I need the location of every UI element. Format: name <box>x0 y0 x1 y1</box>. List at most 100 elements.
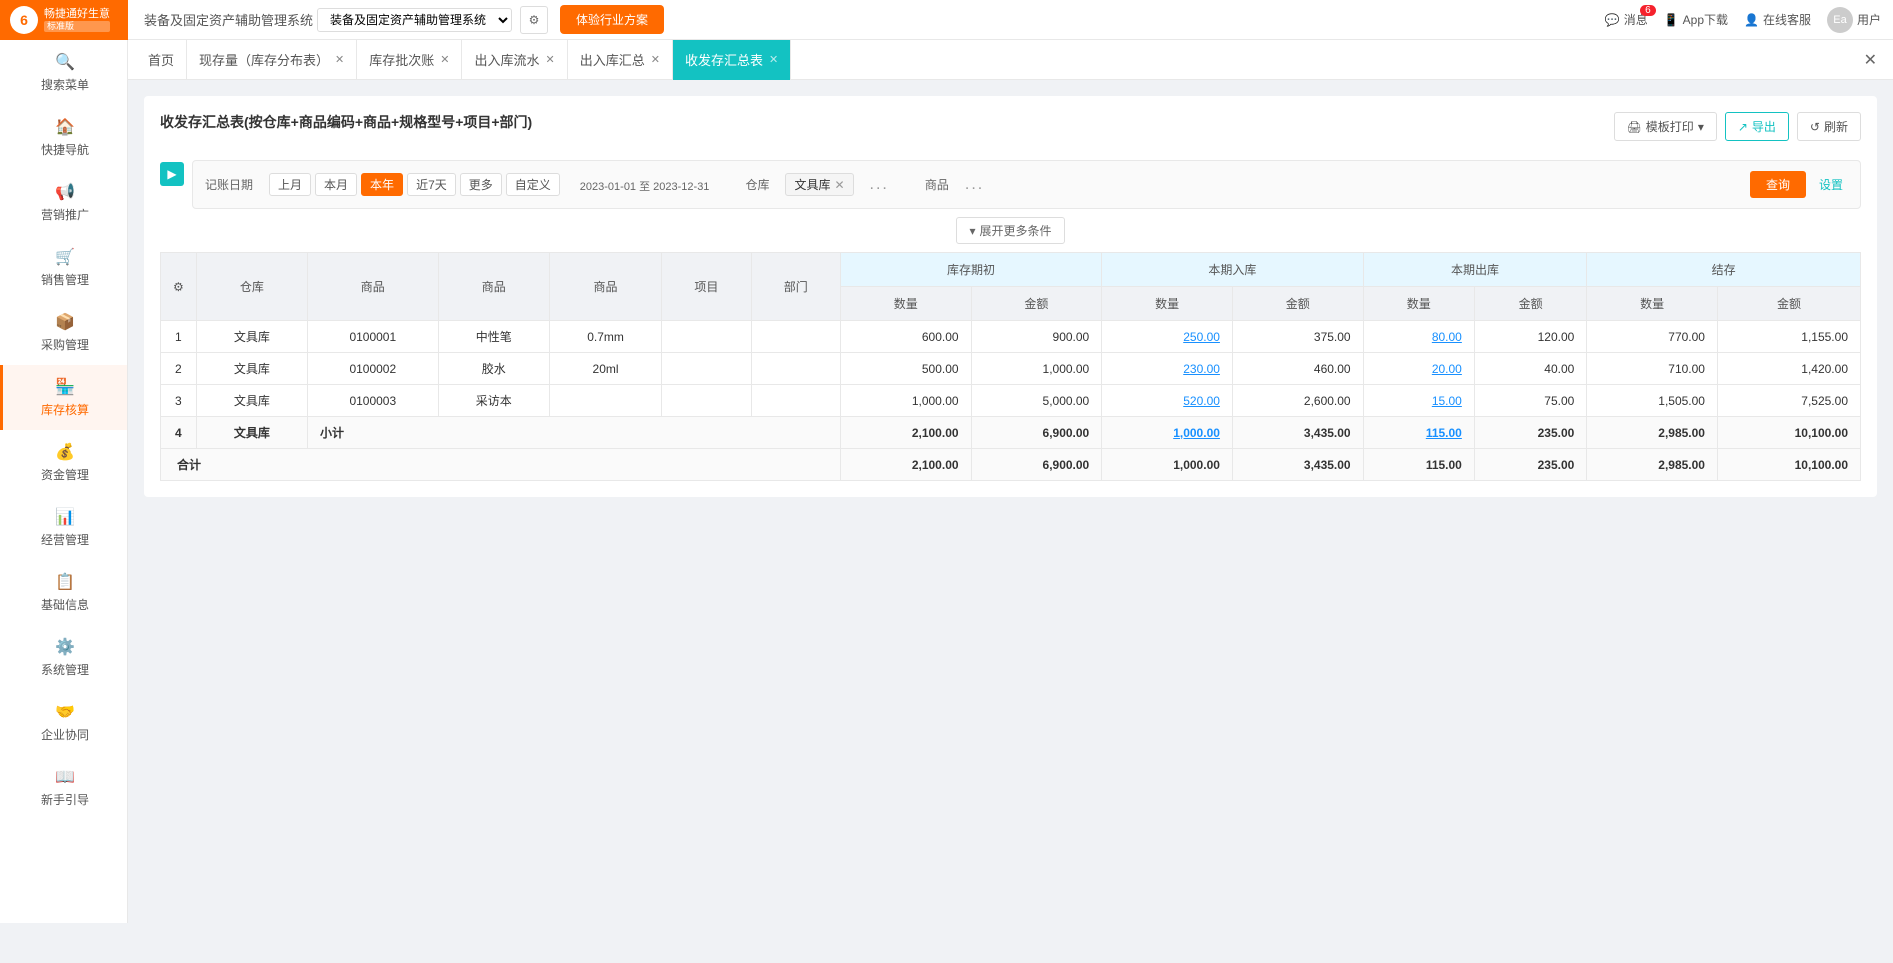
main-content: 首页 现存量（库存分布表） ✕ 库存批次账 ✕ 出入库流水 ✕ 出入库汇总 ✕ … <box>128 40 1893 923</box>
cell-bal-amt-2: 7,525.00 <box>1717 385 1860 417</box>
home-icon: 🏠 <box>55 117 75 137</box>
th-name: 商品 <box>438 253 549 321</box>
date-btn-7days[interactable]: 近7天 <box>407 173 456 196</box>
table-settings-header[interactable]: ⚙ <box>161 253 197 321</box>
cell-in-amt-0: 375.00 <box>1232 321 1363 353</box>
tab-recv-send-summary[interactable]: 收发存汇总表 ✕ <box>673 40 791 80</box>
tab-close-in-out-flow[interactable]: ✕ <box>546 53 555 66</box>
th-project: 项目 <box>662 253 751 321</box>
date-filter-label: 记账日期 <box>205 176 253 193</box>
subtotal-no: 4 <box>161 417 197 449</box>
expand-conditions-button[interactable]: ▾ 展开更多条件 <box>956 217 1064 244</box>
cell-out-qty-1[interactable]: 20.00 <box>1363 353 1474 385</box>
tab-batch-ledger[interactable]: 库存批次账 ✕ <box>357 40 462 80</box>
gear-button[interactable]: ⚙ <box>520 6 548 34</box>
cell-bal-qty-0: 770.00 <box>1587 321 1718 353</box>
tab-close-stock-dist[interactable]: ✕ <box>335 53 344 66</box>
th-out-amt: 金额 <box>1474 287 1586 321</box>
sidebar-item-guide[interactable]: 📖 新手引导 <box>0 755 127 820</box>
tab-close-recv-send-summary[interactable]: ✕ <box>769 53 778 66</box>
th-warehouse: 仓库 <box>196 253 307 321</box>
tab-close-in-out-summary[interactable]: ✕ <box>651 53 660 66</box>
user-avatar: Ea <box>1827 7 1853 33</box>
date-btn-this-month[interactable]: 本月 <box>315 173 357 196</box>
subtotal-in-qty[interactable]: 1,000.00 <box>1102 417 1233 449</box>
subtotal-open-qty: 2,100.00 <box>840 417 971 449</box>
cell-open-qty-2: 1,000.00 <box>840 385 971 417</box>
message-button[interactable]: 💬 消息 6 <box>1605 11 1648 28</box>
data-table: ⚙ 仓库 商品 商品 商品 项目 部门 库存期初 本期入库 本期出库 结存 数量 <box>160 252 1861 481</box>
sidebar-item-operations[interactable]: 📊 经营管理 <box>0 495 127 560</box>
warehouse-tag: 文具库 ✕ <box>785 173 853 196</box>
system-select[interactable]: 装备及固定资产辅助管理系统 <box>317 8 512 32</box>
tab-in-out-summary[interactable]: 出入库汇总 ✕ <box>568 40 673 80</box>
top-actions: 🖨 模板打印 ▾ ↗ 导出 ↺ 刷新 <box>1614 112 1861 141</box>
tab-in-out-flow[interactable]: 出入库流水 ✕ <box>462 40 567 80</box>
settings-link[interactable]: 设置 <box>1814 171 1848 198</box>
table-subtotal-row: 4 文具库 小计 2,100.00 6,900.00 1,000.00 3,43… <box>161 417 1861 449</box>
subtotal-out-qty[interactable]: 115.00 <box>1363 417 1474 449</box>
cell-warehouse-0: 文具库 <box>196 321 307 353</box>
online-service-button[interactable]: 👤 在线客服 <box>1744 11 1811 28</box>
sidebar-item-sales[interactable]: 🛒 销售管理 <box>0 235 127 300</box>
finance-icon: 💰 <box>55 442 75 462</box>
footer-bal-qty: 2,985.00 <box>1587 449 1718 481</box>
footer-out-amt: 235.00 <box>1474 449 1586 481</box>
tab-bar-close[interactable]: ✕ <box>1856 50 1885 70</box>
cell-bal-qty-2: 1,505.00 <box>1587 385 1718 417</box>
top-right: 💬 消息 6 📱 App下载 👤 在线客服 Ea 用户 <box>1605 7 1881 33</box>
cell-out-qty-2[interactable]: 15.00 <box>1363 385 1474 417</box>
cell-warehouse-1: 文具库 <box>196 353 307 385</box>
tab-stock-dist[interactable]: 现存量（库存分布表） ✕ <box>187 40 357 80</box>
cell-spec-2 <box>549 385 661 417</box>
cell-no-1: 2 <box>161 353 197 385</box>
user-button[interactable]: Ea 用户 <box>1827 7 1881 33</box>
filter-toggle-button[interactable]: ▶ <box>160 162 184 186</box>
goods-filter-dots[interactable]: ... <box>965 176 984 194</box>
export-button[interactable]: ↗ 导出 <box>1725 112 1789 141</box>
refresh-button[interactable]: ↺ 刷新 <box>1797 112 1861 141</box>
cell-in-qty-1[interactable]: 230.00 <box>1102 353 1233 385</box>
system-title: 装备及固定资产辅助管理系统 <box>144 10 313 29</box>
sidebar-label-quick-nav: 快捷导航 <box>41 141 89 158</box>
tab-close-batch-ledger[interactable]: ✕ <box>440 53 449 66</box>
page-title: 收发存汇总表(按仓库+商品编码+商品+规格型号+项目+部门) <box>160 112 532 132</box>
sales-icon: 🛒 <box>55 247 75 267</box>
date-btn-this-year[interactable]: 本年 <box>361 173 403 196</box>
query-button[interactable]: 查询 <box>1750 171 1806 198</box>
date-range-display: 2023-01-01 至 2023-12-31 <box>580 178 710 194</box>
date-btn-custom[interactable]: 自定义 <box>506 173 560 196</box>
tab-home[interactable]: 首页 <box>136 40 187 80</box>
sidebar-item-quick-nav[interactable]: 🏠 快捷导航 <box>0 105 127 170</box>
sidebar-item-search[interactable]: 🔍 搜索菜单 <box>0 40 127 105</box>
subtotal-warehouse: 文具库 <box>196 417 307 449</box>
sidebar-item-purchase[interactable]: 📦 采购管理 <box>0 300 127 365</box>
sidebar-item-basic-info[interactable]: 📋 基础信息 <box>0 560 127 625</box>
sidebar-item-enterprise[interactable]: 🤝 企业协同 <box>0 690 127 755</box>
sidebar-item-marketing[interactable]: 📢 营销推广 <box>0 170 127 235</box>
sidebar-item-finance[interactable]: 💰 资金管理 <box>0 430 127 495</box>
print-button[interactable]: 🖨 模板打印 ▾ <box>1614 112 1717 141</box>
app-download-button[interactable]: 📱 App下载 <box>1664 11 1728 28</box>
warehouse-tag-remove[interactable]: ✕ <box>834 178 844 192</box>
logo-icon: 6 <box>10 6 38 34</box>
date-btn-last-month[interactable]: 上月 <box>269 173 311 196</box>
cell-name-2: 采访本 <box>438 385 549 417</box>
expand-icon: ▾ <box>969 224 975 238</box>
cell-in-qty-2[interactable]: 520.00 <box>1102 385 1233 417</box>
sidebar-label-search: 搜索菜单 <box>41 76 89 93</box>
table-row: 3 文具库 0100003 采访本 1,000.00 5,000.00 520.… <box>161 385 1861 417</box>
cell-open-qty-1: 500.00 <box>840 353 971 385</box>
cell-in-qty-0[interactable]: 250.00 <box>1102 321 1233 353</box>
sidebar-item-system[interactable]: ⚙️ 系统管理 <box>0 625 127 690</box>
sidebar-item-inventory[interactable]: 🏪 库存核算 <box>0 365 127 430</box>
subtotal-out-amt: 235.00 <box>1474 417 1586 449</box>
refresh-icon: ↺ <box>1810 120 1820 134</box>
th-dept: 部门 <box>751 253 840 321</box>
goods-filter-label: 商品 <box>925 176 949 193</box>
experience-button[interactable]: 体验行业方案 <box>560 5 664 34</box>
cell-project-1 <box>662 353 751 385</box>
warehouse-filter-dots[interactable]: ... <box>870 176 889 194</box>
cell-out-qty-0[interactable]: 80.00 <box>1363 321 1474 353</box>
date-btn-more[interactable]: 更多 <box>460 173 502 196</box>
